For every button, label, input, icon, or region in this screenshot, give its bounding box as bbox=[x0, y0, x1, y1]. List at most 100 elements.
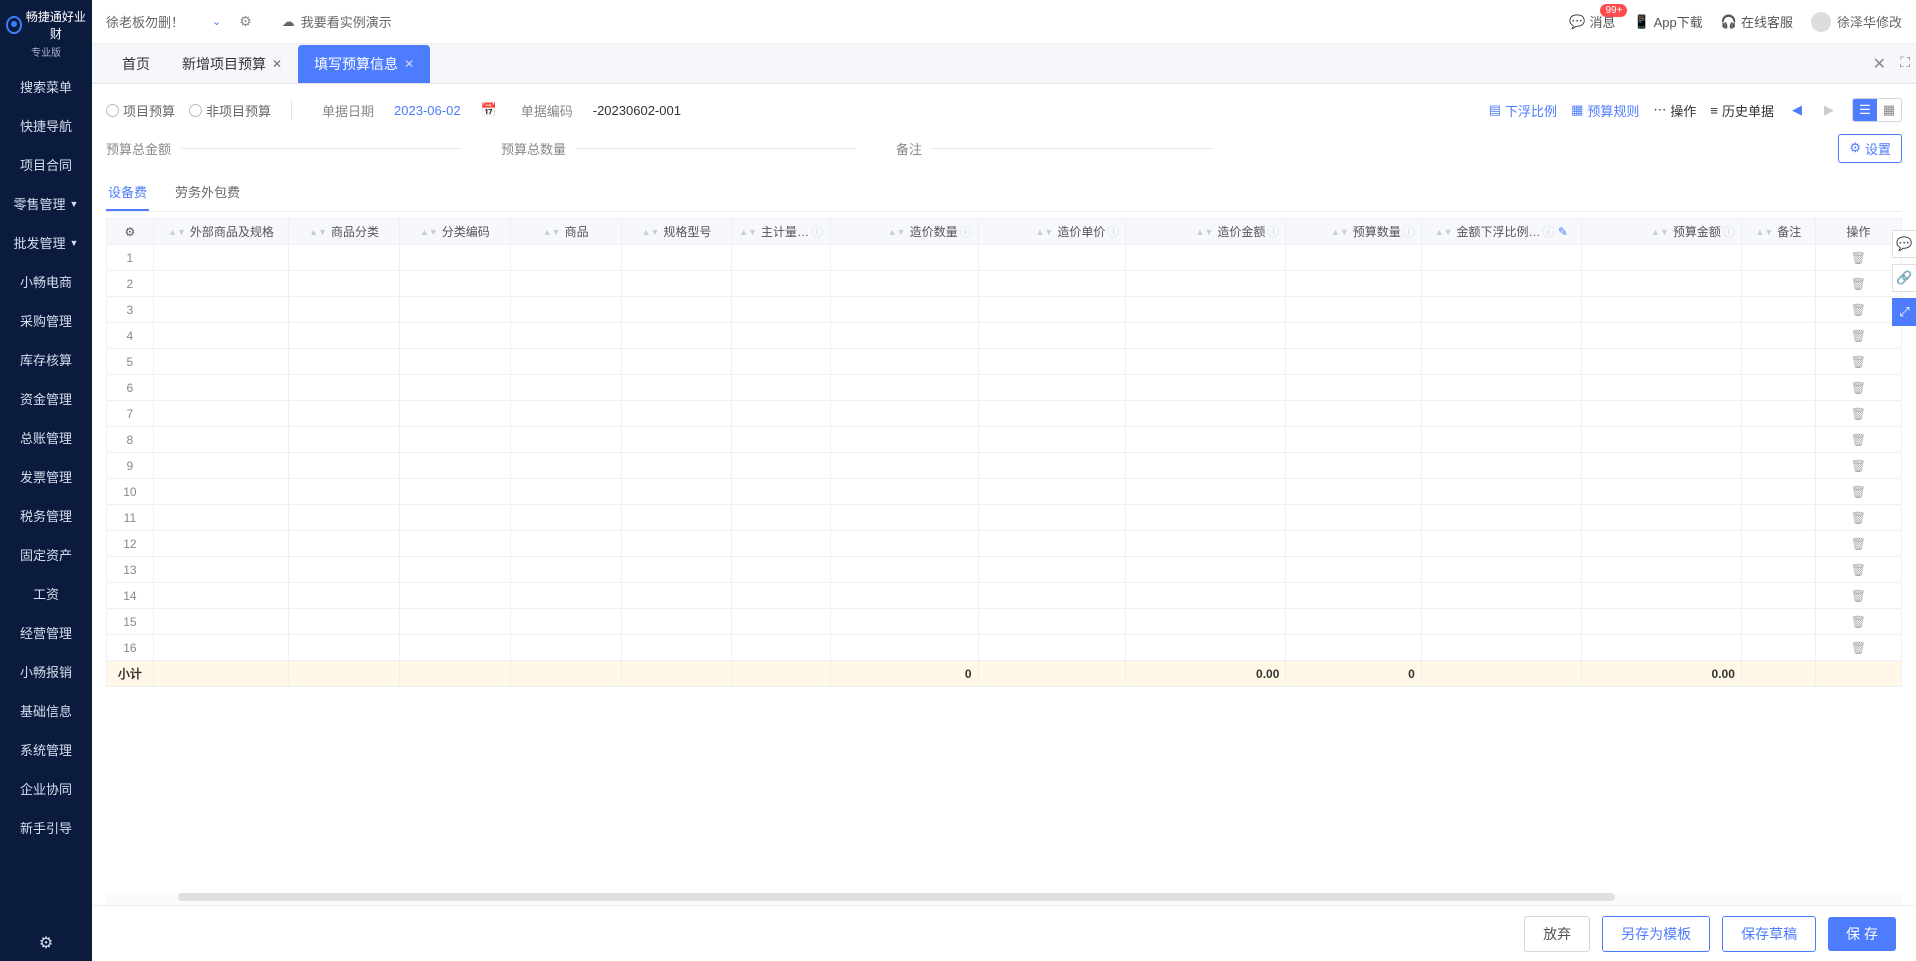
column-header[interactable]: ▲▼规格型号 bbox=[621, 219, 732, 245]
info-icon[interactable]: ⓘ bbox=[1267, 225, 1279, 239]
app-download-button[interactable]: 📱 App下载 bbox=[1633, 12, 1702, 31]
delete-icon[interactable]: 🗑 bbox=[1851, 355, 1866, 369]
column-header[interactable]: ▲▼商品分类 bbox=[289, 219, 400, 245]
sidebar-item[interactable]: 小畅电商 bbox=[0, 262, 92, 301]
sort-icon[interactable]: ▲▼ bbox=[1435, 230, 1453, 235]
sort-icon[interactable]: ▲▼ bbox=[420, 230, 438, 235]
column-header[interactable]: ▲▼商品 bbox=[510, 219, 621, 245]
sort-icon[interactable]: ▲▼ bbox=[1035, 230, 1053, 235]
tab[interactable]: 新增项目预算✕ bbox=[166, 45, 298, 83]
next-doc-button[interactable]: ▶ bbox=[1820, 102, 1838, 118]
row-number[interactable]: 3 bbox=[107, 297, 154, 323]
column-header[interactable]: 操作 bbox=[1815, 219, 1901, 245]
sidebar-item[interactable]: 零售管理▼ bbox=[0, 184, 92, 223]
sort-icon[interactable]: ▲▼ bbox=[1651, 230, 1669, 235]
sort-icon[interactable]: ▲▼ bbox=[1331, 230, 1349, 235]
sidebar-item[interactable]: 工资 bbox=[0, 574, 92, 613]
column-header[interactable]: ▲▼造价金额ⓘ bbox=[1126, 219, 1286, 245]
table-row[interactable]: 10 🗑 bbox=[107, 479, 1902, 505]
settings-button[interactable]: ⚙ 设置 bbox=[1838, 134, 1902, 163]
summary-amount-input[interactable] bbox=[181, 148, 461, 149]
sidebar-item[interactable]: 新手引导 bbox=[0, 808, 92, 847]
save-button[interactable]: 保 存 bbox=[1828, 917, 1896, 951]
table-wrap[interactable]: ⚙▲▼外部商品及规格▲▼商品分类▲▼分类编码▲▼商品▲▼规格型号▲▼主计量…ⓘ▲… bbox=[106, 218, 1902, 893]
column-header[interactable]: ▲▼金额下浮比例…ⓘ ✎ bbox=[1421, 219, 1581, 245]
save-template-button[interactable]: 另存为模板 bbox=[1602, 916, 1710, 952]
demo-link[interactable]: ☁ 我要看实例演示 bbox=[282, 12, 392, 31]
row-number[interactable]: 11 bbox=[107, 505, 154, 531]
row-number[interactable]: 14 bbox=[107, 583, 154, 609]
sidebar-item[interactable]: 经营管理 bbox=[0, 613, 92, 652]
sort-icon[interactable]: ▲▼ bbox=[309, 230, 327, 235]
info-icon[interactable]: ⓘ bbox=[1403, 225, 1415, 239]
row-number[interactable]: 6 bbox=[107, 375, 154, 401]
info-icon[interactable]: ⓘ bbox=[1107, 225, 1119, 239]
table-row[interactable]: 16🗑 bbox=[107, 635, 1902, 661]
row-number[interactable]: 1 bbox=[107, 245, 154, 271]
row-number[interactable]: 12 bbox=[107, 531, 154, 557]
column-header[interactable]: ▲▼外部商品及规格 bbox=[153, 219, 288, 245]
sort-icon[interactable]: ▲▼ bbox=[642, 230, 660, 235]
sidebar-item[interactable]: 总账管理 bbox=[0, 418, 92, 457]
table-row[interactable]: 12🗑 bbox=[107, 531, 1902, 557]
rail-link-icon[interactable]: 🔗 bbox=[1892, 264, 1916, 292]
column-header[interactable]: ▲▼分类编码 bbox=[400, 219, 511, 245]
delete-icon[interactable]: 🗑 bbox=[1851, 589, 1866, 603]
subtab[interactable]: 劳务外包费 bbox=[173, 174, 242, 211]
sidebar-item[interactable]: 资金管理 bbox=[0, 379, 92, 418]
delete-icon[interactable]: 🗑 bbox=[1851, 563, 1866, 577]
info-icon[interactable]: ⓘ bbox=[1723, 225, 1735, 239]
delete-icon[interactable]: 🗑 bbox=[1851, 303, 1866, 317]
table-row[interactable]: 7🗑 bbox=[107, 401, 1902, 427]
org-settings-icon[interactable]: ⚙ bbox=[239, 13, 252, 30]
sidebar-item[interactable]: 发票管理 bbox=[0, 457, 92, 496]
column-header[interactable]: ▲▼造价数量ⓘ bbox=[830, 219, 978, 245]
user-menu[interactable]: 徐泽华修改 bbox=[1811, 12, 1902, 32]
row-number[interactable]: 5 bbox=[107, 349, 154, 375]
summary-qty-input[interactable] bbox=[576, 148, 856, 149]
save-draft-button[interactable]: 保存草稿 bbox=[1722, 916, 1816, 952]
column-header[interactable]: ▲▼主计量…ⓘ bbox=[732, 219, 830, 245]
sort-icon[interactable]: ▲▼ bbox=[168, 230, 186, 235]
delete-icon[interactable]: 🗑 bbox=[1851, 407, 1866, 421]
tool-history[interactable]: ≡ 历史单据 bbox=[1710, 101, 1774, 120]
tab[interactable]: 首页 bbox=[106, 45, 166, 83]
table-row[interactable]: 2🗑 bbox=[107, 271, 1902, 297]
calendar-icon[interactable]: 📅 bbox=[481, 102, 497, 118]
close-icon[interactable]: ✕ bbox=[404, 57, 414, 71]
column-header[interactable]: ▲▼预算金额ⓘ bbox=[1581, 219, 1741, 245]
sort-icon[interactable]: ▲▼ bbox=[1755, 230, 1773, 235]
sidebar-item[interactable]: 批发管理▼ bbox=[0, 223, 92, 262]
column-header[interactable]: ▲▼备注 bbox=[1741, 219, 1815, 245]
radio-non-project-budget[interactable]: 非项目预算 bbox=[189, 101, 271, 120]
sort-icon[interactable]: ▲▼ bbox=[888, 230, 906, 235]
rail-chat-icon[interactable]: 💬 bbox=[1892, 230, 1916, 258]
table-row[interactable]: 3🗑 bbox=[107, 297, 1902, 323]
delete-icon[interactable]: 🗑 bbox=[1851, 381, 1866, 395]
delete-icon[interactable]: 🗑 bbox=[1851, 485, 1866, 499]
row-number[interactable]: 4 bbox=[107, 323, 154, 349]
delete-icon[interactable]: 🗑 bbox=[1851, 641, 1866, 655]
tool-float-ratio[interactable]: ▤ 下浮比例 bbox=[1489, 101, 1557, 120]
fullscreen-icon[interactable]: ⛶ bbox=[1900, 54, 1910, 71]
row-number[interactable]: 13 bbox=[107, 557, 154, 583]
delete-icon[interactable]: 🗑 bbox=[1851, 511, 1866, 525]
sidebar-item[interactable]: 采购管理 bbox=[0, 301, 92, 340]
row-number[interactable]: 2 bbox=[107, 271, 154, 297]
tab[interactable]: 填写预算信息✕ bbox=[298, 45, 430, 83]
table-row[interactable]: 8🗑 bbox=[107, 427, 1902, 453]
table-row[interactable]: 5🗑 bbox=[107, 349, 1902, 375]
sidebar-item[interactable]: 库存核算 bbox=[0, 340, 92, 379]
sidebar-item[interactable]: 系统管理 bbox=[0, 730, 92, 769]
table-row[interactable]: 14 🗑 bbox=[107, 583, 1902, 609]
row-number[interactable]: 9 bbox=[107, 453, 154, 479]
row-number[interactable]: 10 bbox=[107, 479, 154, 505]
delete-icon[interactable]: 🗑 bbox=[1851, 329, 1866, 343]
view-list-icon[interactable]: ☰ bbox=[1853, 99, 1877, 121]
sidebar-item[interactable]: 小畅报销 bbox=[0, 652, 92, 691]
sidebar-item[interactable]: 税务管理 bbox=[0, 496, 92, 535]
tool-budget-rules[interactable]: ▦ 预算规则 bbox=[1571, 101, 1639, 120]
tool-actions[interactable]: ⋯ 操作 bbox=[1653, 101, 1696, 120]
date-value[interactable]: 2023-06-02 bbox=[394, 103, 461, 118]
row-number[interactable]: 8 bbox=[107, 427, 154, 453]
